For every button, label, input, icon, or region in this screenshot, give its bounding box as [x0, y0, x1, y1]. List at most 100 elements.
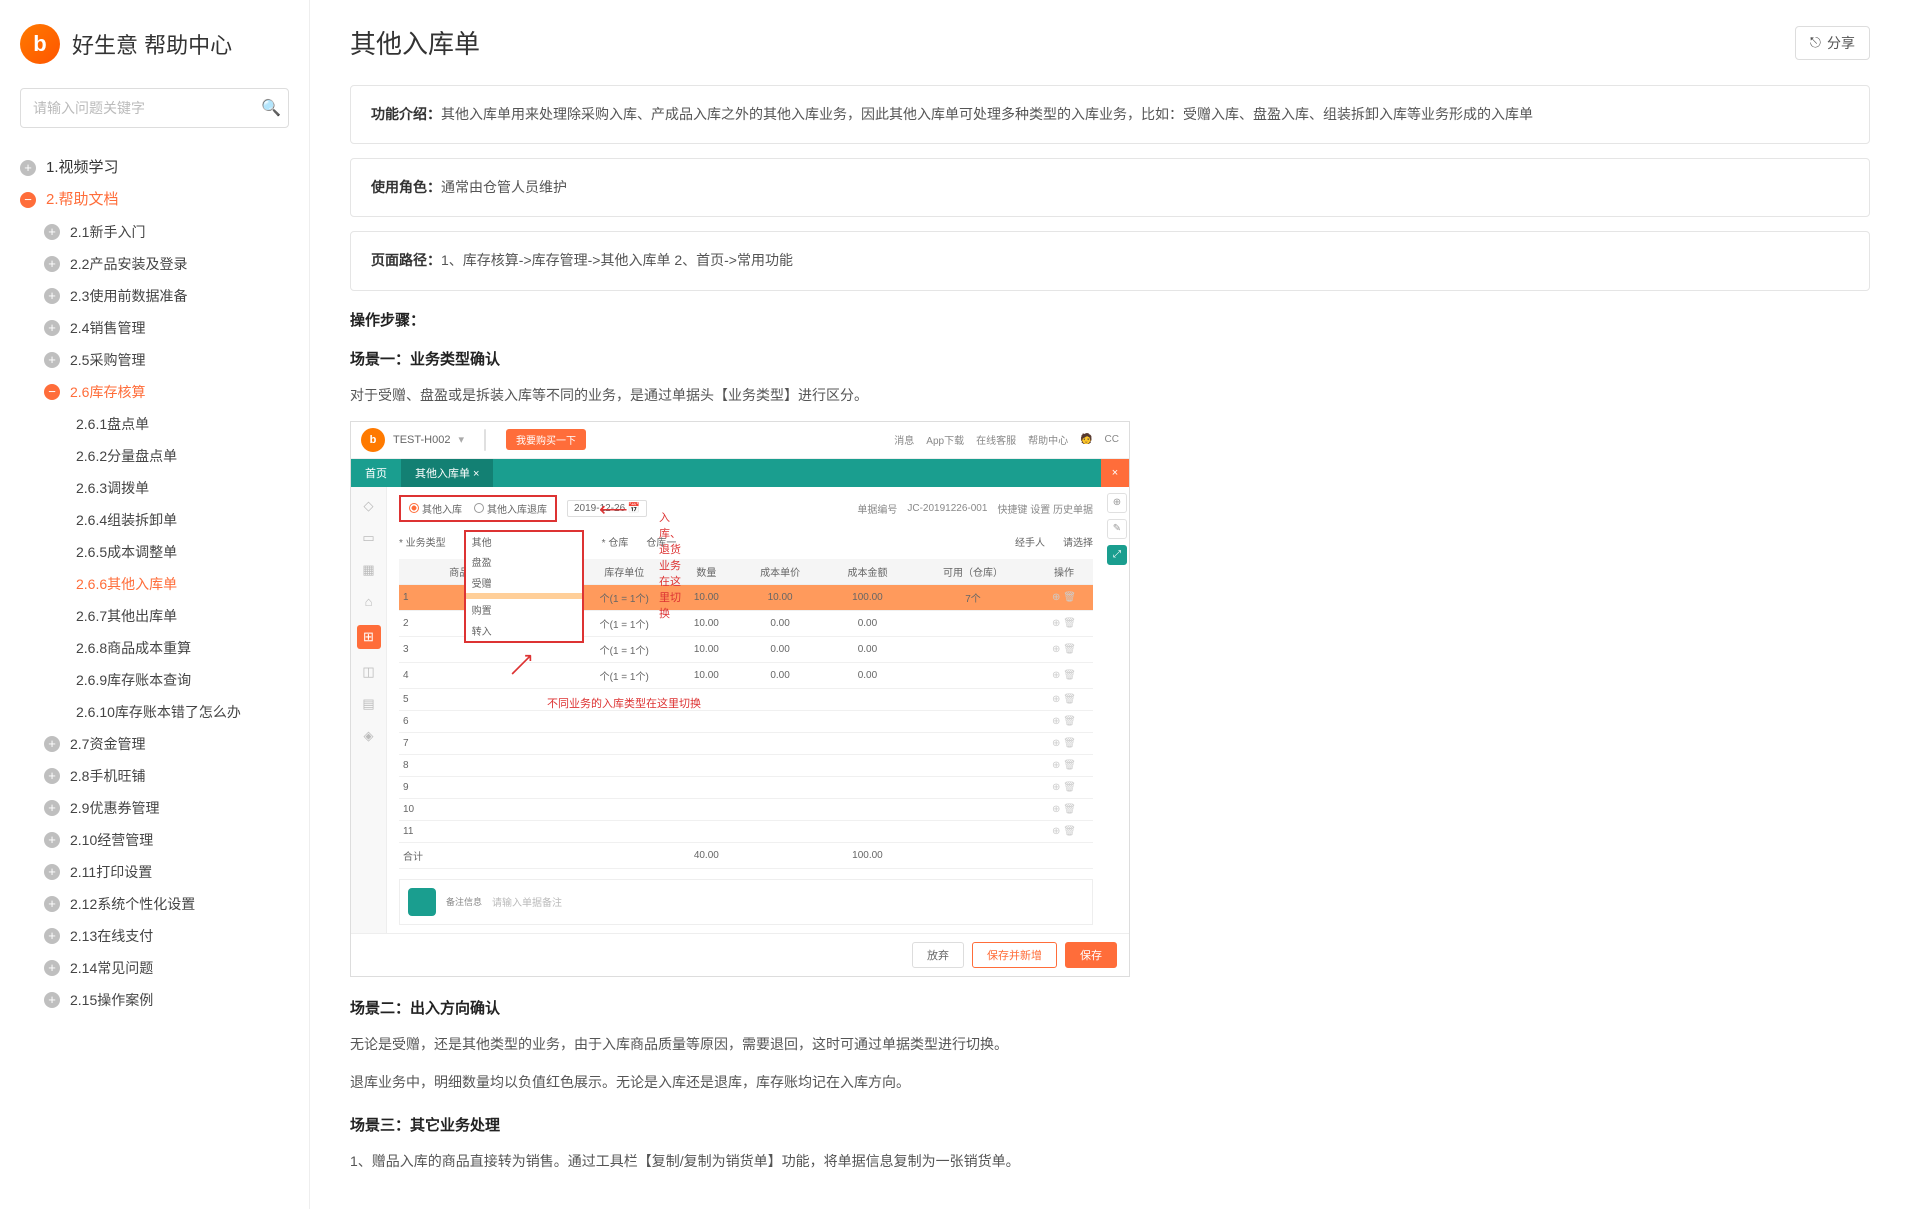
- ss-table-row[interactable]: 5⊕ 🗑: [399, 688, 1093, 710]
- nav-item[interactable]: 2.6.5成本调整单: [76, 536, 289, 568]
- ss-row-actions[interactable]: ⊕ 🗑: [1035, 820, 1093, 842]
- ss-rail-icon[interactable]: ◇: [360, 497, 378, 515]
- ss-dropdown-option[interactable]: 盘盈: [466, 551, 582, 572]
- ss-dropdown-option[interactable]: 受赠: [466, 572, 582, 593]
- ss-row-actions[interactable]: ⊕ 🗑: [1035, 732, 1093, 754]
- ss-cell: [434, 688, 485, 710]
- ss-tab-current[interactable]: 其他入库单 ×: [401, 459, 493, 487]
- ss-col-header: 成本单价: [736, 559, 823, 585]
- nav-item[interactable]: +2.7资金管理: [44, 728, 289, 760]
- ss-table-row[interactable]: 6⊕ 🗑: [399, 710, 1093, 732]
- ss-top-link[interactable]: 帮助中心: [1028, 432, 1068, 447]
- ss-biz-dropdown[interactable]: 其他 盘盈受赠购置转入: [464, 530, 584, 553]
- nav-item[interactable]: +2.8手机旺铺: [44, 760, 289, 792]
- nav-item[interactable]: +2.5采购管理: [44, 344, 289, 376]
- nav-item[interactable]: 2.6.1盘点单: [76, 408, 289, 440]
- nav-item[interactable]: +2.1新手入门: [44, 216, 289, 248]
- nav-item[interactable]: +2.10经营管理: [44, 824, 289, 856]
- ss-op-value[interactable]: 请选择: [1063, 534, 1093, 549]
- ss-radio-in[interactable]: 其他入库: [409, 501, 462, 516]
- nav-item[interactable]: −2.6库存核算: [44, 376, 289, 408]
- ss-close-icon[interactable]: ×: [1101, 459, 1129, 487]
- ss-logo-icon: b: [361, 428, 385, 452]
- ss-rail-icon-active[interactable]: ⊞: [357, 625, 381, 649]
- ss-table-row[interactable]: 7⊕ 🗑: [399, 732, 1093, 754]
- ss-radio-return[interactable]: 其他入库退库: [474, 501, 547, 516]
- ss-table-row[interactable]: 8⊕ 🗑: [399, 754, 1093, 776]
- ss-top-link[interactable]: App下载: [926, 432, 964, 447]
- share-label: 分享: [1827, 33, 1855, 53]
- ss-top-links: 消息 App下载在线客服帮助中心 🧑 CC: [894, 432, 1119, 447]
- ss-row-actions[interactable]: ⊕ 🗑: [1035, 754, 1093, 776]
- ss-table-row[interactable]: 11⊕ 🗑: [399, 820, 1093, 842]
- ss-row-actions[interactable]: ⊕ 🗑: [1035, 636, 1093, 662]
- nav-item[interactable]: +2.2产品安装及登录: [44, 248, 289, 280]
- ss-dropdown-option[interactable]: 购置: [466, 599, 582, 620]
- ss-rail-icon[interactable]: ◈: [360, 727, 378, 745]
- ss-toolbar-link[interactable]: 历史单据: [1053, 505, 1093, 516]
- ss-remark-row: 备注信息 请输入单据备注: [399, 879, 1093, 925]
- nav-item[interactable]: +2.12系统个性化设置: [44, 888, 289, 920]
- ss-top-link[interactable]: CC: [1105, 434, 1119, 445]
- nav-label: 2.6.8商品成本重算: [76, 632, 191, 664]
- ss-buy-button[interactable]: 我要购买一下: [506, 429, 586, 450]
- ss-avatar-icon[interactable]: 🧑: [1080, 434, 1092, 445]
- ss-rail-icon[interactable]: ▦: [360, 561, 378, 579]
- ss-rail-icon[interactable]: ◫: [360, 663, 378, 681]
- ss-rail-icon[interactable]: ▤: [360, 695, 378, 713]
- share-button[interactable]: ⎋ 分享: [1795, 26, 1870, 60]
- nav-item[interactable]: +2.9优惠券管理: [44, 792, 289, 824]
- search-icon[interactable]: 🔍: [261, 98, 281, 118]
- ss-top-link[interactable]: 消息: [894, 432, 914, 447]
- nav-item[interactable]: 2.6.2分量盘点单: [76, 440, 289, 472]
- ss-cell: [434, 754, 485, 776]
- ss-row-actions[interactable]: ⊕ 🗑: [1035, 610, 1093, 636]
- nav-item[interactable]: −2.帮助文档: [20, 184, 289, 216]
- nav-item[interactable]: 2.6.9库存账本查询: [76, 664, 289, 696]
- ss-row-actions[interactable]: ⊕ 🗑: [1035, 662, 1093, 688]
- ss-search-input[interactable]: [484, 429, 486, 451]
- ss-tool-icon[interactable]: ⤢: [1107, 545, 1127, 565]
- nav-item[interactable]: +2.14常见问题: [44, 952, 289, 984]
- ss-cell: [824, 754, 911, 776]
- nav-item[interactable]: 2.6.7其他出库单: [76, 600, 289, 632]
- nav-item[interactable]: +2.3使用前数据准备: [44, 280, 289, 312]
- nav-item[interactable]: 2.6.8商品成本重算: [76, 632, 289, 664]
- nav-item[interactable]: +1.视频学习: [20, 152, 289, 184]
- ss-remark-input[interactable]: 请输入单据备注: [492, 894, 1084, 909]
- ss-save-add-button[interactable]: 保存并新增: [972, 942, 1057, 968]
- ss-biz-label: * 业务类型: [399, 534, 446, 549]
- search-input[interactable]: [20, 88, 289, 128]
- ss-tool-icon[interactable]: ⊕: [1107, 493, 1127, 513]
- ss-table-row[interactable]: 10⊕ 🗑: [399, 798, 1093, 820]
- scene2-title: 场景二：出入方向确认: [350, 997, 1870, 1018]
- nav-item[interactable]: 2.6.6其他入库单: [76, 568, 289, 600]
- ss-row-actions[interactable]: ⊕ 🗑: [1035, 710, 1093, 732]
- ss-dropdown-option[interactable]: 转入: [466, 620, 582, 641]
- nav-item[interactable]: +2.13在线支付: [44, 920, 289, 952]
- ss-top-link[interactable]: 在线客服: [976, 432, 1016, 447]
- ss-row-actions[interactable]: ⊕ 🗑: [1035, 776, 1093, 798]
- ss-tool-icon[interactable]: ✎: [1107, 519, 1127, 539]
- ss-toolbar-link[interactable]: 快捷键: [997, 505, 1030, 516]
- ss-table-row[interactable]: 9⊕ 🗑: [399, 776, 1093, 798]
- ss-reset-button[interactable]: 放弃: [912, 942, 964, 968]
- ss-row-actions[interactable]: ⊕ 🗑: [1035, 688, 1093, 710]
- ss-row-actions[interactable]: ⊕ 🗑: [1035, 798, 1093, 820]
- nav-item[interactable]: 2.6.3调拨单: [76, 472, 289, 504]
- brand-row: b 好生意 帮助中心: [20, 24, 289, 64]
- nav-item[interactable]: 2.6.10库存账本错了怎么办: [76, 696, 289, 728]
- ss-rail-icon[interactable]: ⌂: [360, 593, 378, 611]
- nav-label: 2.12系统个性化设置: [70, 888, 195, 920]
- ss-tab-home[interactable]: 首页: [351, 459, 401, 487]
- nav-item[interactable]: +2.4销售管理: [44, 312, 289, 344]
- ss-row-actions[interactable]: ⊕ 🗑: [1035, 584, 1093, 610]
- nav-item[interactable]: +2.15操作案例: [44, 984, 289, 1016]
- ss-toolbar-link[interactable]: 设置: [1030, 505, 1053, 516]
- ss-save-button[interactable]: 保存: [1065, 942, 1117, 968]
- ss-rail-icon[interactable]: ▭: [360, 529, 378, 547]
- nav-item[interactable]: 2.6.4组装拆卸单: [76, 504, 289, 536]
- ss-account: TEST-H002: [393, 434, 450, 446]
- ss-cell: [911, 754, 1035, 776]
- nav-item[interactable]: +2.11打印设置: [44, 856, 289, 888]
